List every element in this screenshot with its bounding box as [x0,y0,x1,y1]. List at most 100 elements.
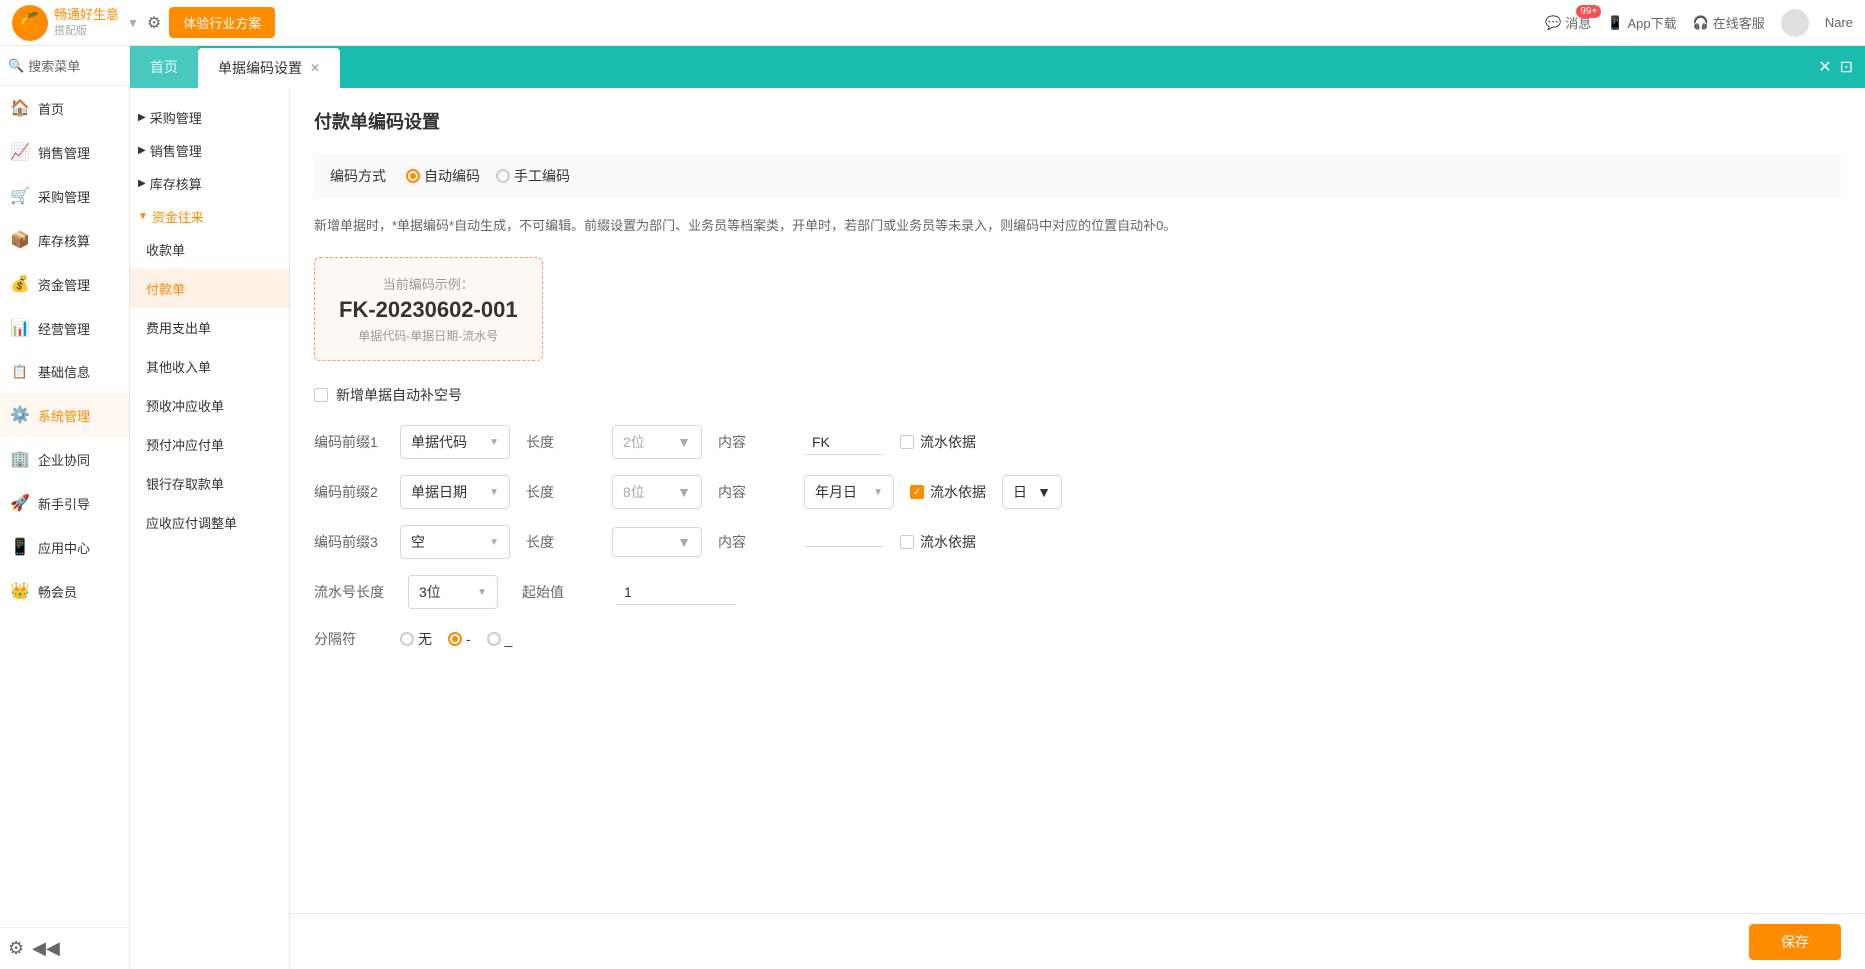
sidebar-item-label: 销售管理 [38,143,90,162]
serial2-label: 流水依据 [930,482,986,502]
sub-menu-item-adjust[interactable]: 应收应付调整单 [130,503,289,542]
content2-select[interactable]: 年月日 ▼ [804,475,894,509]
tab-encode-settings[interactable]: 单据编码设置 ✕ [198,48,340,88]
sidebar-item-enterprise[interactable]: 🏢 企业协同 [0,437,129,481]
sub-menu-item-receipt[interactable]: 收款单 [130,230,289,269]
app-download-btn[interactable]: 📱 App下载 [1607,13,1676,32]
settings-icon[interactable]: ⚙ [147,13,161,33]
sidebar-item-member[interactable]: 👑 畅会员 [0,569,129,613]
sub-menu-item-expense[interactable]: 费用支出单 [130,308,289,347]
serial3-checkbox[interactable]: 流水依据 [900,532,976,552]
serial1-checkbox[interactable]: 流水依据 [900,432,976,452]
serial2-day-select[interactable]: 日 ▼ [1002,475,1062,509]
sidebar-item-appcenter[interactable]: 📱 应用中心 [0,525,129,569]
manual-encode-radio-circle [496,169,510,183]
serial3-label: 流水依据 [920,532,976,552]
chevron-right-icon: ▶ [138,145,146,156]
start-value-input[interactable] [616,580,736,605]
sidebar-item-purchase[interactable]: 🛒 采购管理 [0,174,129,218]
sep-underscore-label: _ [505,631,513,647]
length2-select[interactable]: 8位 ▼ [612,475,702,509]
sidebar-item-home[interactable]: 🏠 首页 [0,86,129,130]
sub-menu-group-funds[interactable]: ▼ 资金往来 [130,197,289,230]
auto-encode-label: 自动编码 [424,166,480,186]
sidebar-bottom: ⚙ ◀◀ [0,927,129,969]
prefix1-select[interactable]: 单据代码 ▼ [400,425,510,459]
length1-arrow: ▼ [677,434,691,450]
sub-menu-item-label: 收款单 [146,240,185,259]
settings-bottom-icon[interactable]: ⚙ [8,938,24,959]
appcenter-icon: 📱 [10,537,30,557]
message-badge: 99+ [1576,5,1601,18]
sub-menu-group-inventory[interactable]: ▶ 库存核算 [130,164,289,197]
sub-menu-item-label: 费用支出单 [146,318,211,337]
page-title: 付款单编码设置 [314,108,1841,134]
prefix2-value: 单据日期 [411,482,467,502]
sidebar-item-newguide[interactable]: 🚀 新手引导 [0,481,129,525]
sep-dot-label: - [466,631,471,647]
serial-length-select[interactable]: 3位 ▼ [408,575,498,609]
auto-encode-radio[interactable]: 自动编码 [406,166,480,186]
tab-close-icon[interactable]: ✕ [310,61,320,75]
sidebar-item-label: 经营管理 [38,319,90,338]
sidebar-item-sales[interactable]: 📈 销售管理 [0,130,129,174]
sub-menu-group-sales[interactable]: ▶ 销售管理 [130,131,289,164]
sub-menu-item-advance-pay[interactable]: 预付冲应付单 [130,425,289,464]
sub-menu-group-purchase[interactable]: ▶ 采购管理 [130,98,289,131]
sub-menu-item-other-income[interactable]: 其他收入单 [130,347,289,386]
collapse-icon[interactable]: ◀◀ [32,938,60,959]
sidebar-item-system[interactable]: ⚙️ 系统管理 [0,393,129,437]
experience-btn[interactable]: 体验行业方案 [169,7,275,38]
user-avatar[interactable] [1781,9,1809,37]
length3-select[interactable]: ▼ [612,527,702,557]
serial-length-value: 3位 [419,582,441,602]
app-download-label: App下载 [1627,13,1676,32]
sub-menu-item-bank[interactable]: 银行存取款单 [130,464,289,503]
tab-bar: 首页 单据编码设置 ✕ ✕ ⊡ [130,46,1865,88]
prefix2-label: 编码前缀2 [314,482,384,502]
tab-minimize-icon[interactable]: ✕ [1818,57,1831,77]
serial2-checkbox[interactable]: ✓ 流水依据 [910,482,986,502]
sidebar-item-inventory[interactable]: 📦 库存核算 [0,218,129,262]
content-area: 首页 单据编码设置 ✕ ✕ ⊡ ▶ 采购管理 ▶ 销售管理 [130,46,1865,969]
sidebar-search[interactable]: 🔍 搜索菜单 [0,46,129,86]
sidebar-item-label: 新手引导 [38,494,90,513]
sub-menu-item-advance-receive[interactable]: 预收冲应收单 [130,386,289,425]
basics-icon: 📋 [10,364,30,380]
sidebar-item-basics[interactable]: 📋 基础信息 [0,350,129,393]
sub-menu-item-payment[interactable]: 付款单 [130,269,289,308]
prefix2-select[interactable]: 单据日期 ▼ [400,475,510,509]
finance-icon: 💰 [10,274,30,294]
sep-none-radio[interactable]: 无 [400,629,432,649]
sidebar-item-operations[interactable]: 📊 经营管理 [0,306,129,350]
length1-select[interactable]: 2位 ▼ [612,425,702,459]
top-bar-right: 💬 消息 99+ 📱 App下载 🎧 在线客服 Nare [1545,9,1853,37]
code-preview-title: 当前编码示例： [339,274,518,293]
prefix1-row: 编码前缀1 单据代码 ▼ 长度 2位 ▼ 内容 FK [314,425,1841,459]
sidebar-item-finance[interactable]: 💰 资金管理 [0,262,129,306]
length1-label: 长度 [526,432,596,452]
sidebar-item-label: 畅会员 [38,582,77,601]
online-service-btn[interactable]: 🎧 在线客服 [1693,13,1765,32]
sep-dot-radio[interactable]: - [448,631,471,647]
sub-layout: ▶ 采购管理 ▶ 销售管理 ▶ 库存核算 ▼ 资金往来 收款单 [130,88,1865,969]
message-btn[interactable]: 💬 消息 99+ [1545,13,1591,32]
serial3-checkbox-box [900,535,914,549]
tab-home[interactable]: 首页 [130,46,198,88]
prefix2-row: 编码前缀2 单据日期 ▼ 长度 8位 ▼ 内容 年月日 [314,475,1841,509]
prefix2-arrow: ▼ [489,487,499,498]
sep-underscore-radio[interactable]: _ [487,631,513,647]
prefix3-select[interactable]: 空 ▼ [400,525,510,559]
dropdown-arrow[interactable]: ▼ [127,16,139,30]
tab-maximize-icon[interactable]: ⊡ [1840,57,1853,77]
manual-encode-radio[interactable]: 手工编码 [496,166,570,186]
sidebar-item-label: 库存核算 [38,231,90,250]
save-button[interactable]: 保存 [1749,924,1841,960]
serial-length-label: 流水号长度 [314,582,384,602]
top-bar: 🍊 畅通好生意 搭配版 ▼ ⚙ 体验行业方案 💬 消息 99+ 📱 App下载 … [0,0,1865,46]
sub-sidebar: ▶ 采购管理 ▶ 销售管理 ▶ 库存核算 ▼ 资金往来 收款单 [130,88,290,969]
content3-label: 内容 [718,532,788,552]
serial1-label: 流水依据 [920,432,976,452]
auto-fill-row: 新增单据自动补空号 [314,385,1841,405]
auto-fill-checkbox[interactable] [314,388,328,402]
